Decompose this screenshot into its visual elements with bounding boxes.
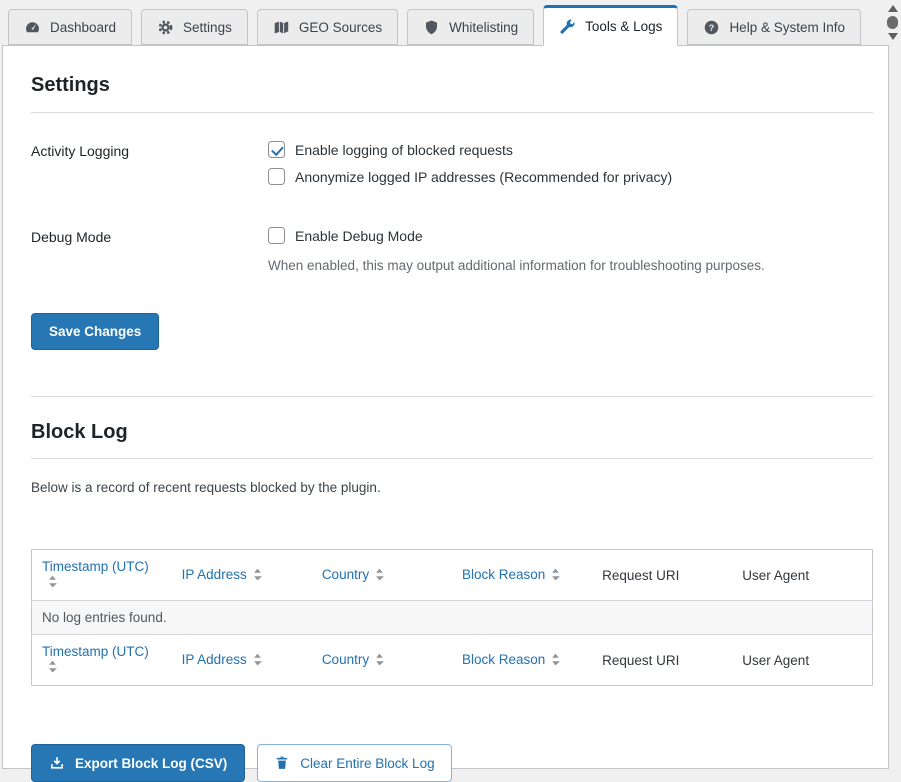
column-header-request-uri: Request URI [592, 635, 732, 686]
scrollbar[interactable] [884, 0, 901, 45]
enable-debug-option[interactable]: Enable Debug Mode [268, 227, 873, 244]
anonymize-ip-option[interactable]: Anonymize logged IP addresses (Recommend… [268, 168, 873, 185]
sort-icon [551, 568, 560, 584]
save-changes-button[interactable]: Save Changes [31, 313, 159, 350]
empty-message: No log entries found. [32, 601, 873, 635]
column-label: Country [322, 567, 369, 582]
column-header-user-agent: User Agent [732, 550, 872, 601]
block-log-description: Below is a record of recent requests blo… [31, 480, 873, 495]
debug-mode-row: Debug Mode Enable Debug Mode When enable… [31, 211, 873, 289]
column-label: Country [322, 652, 369, 667]
download-icon [49, 755, 65, 771]
column-label: Block Reason [462, 567, 545, 582]
table-footer: Timestamp (UTC) IP Address Country Block Re… [32, 635, 873, 686]
sort-icon [253, 568, 262, 584]
column-label: Request URI [602, 568, 679, 583]
tab-tools-logs[interactable]: Tools & Logs [543, 5, 678, 46]
divider [31, 458, 873, 459]
dashboard-icon [24, 19, 41, 36]
checkbox-label: Anonymize logged IP addresses (Recommend… [295, 169, 672, 185]
tab-label: Whitelisting [449, 20, 518, 35]
scroll-down-arrow-icon[interactable] [888, 33, 898, 40]
tab-label: GEO Sources [299, 20, 382, 35]
activity-logging-row: Activity Logging Enable logging of block… [31, 125, 873, 211]
column-header-request-uri: Request URI [592, 550, 732, 601]
sort-icon [48, 575, 57, 591]
help-icon: ? [703, 19, 720, 36]
column-header-ip-address[interactable]: IP Address [172, 550, 312, 601]
svg-text:?: ? [709, 22, 715, 32]
trash-icon [274, 755, 290, 771]
column-label: Block Reason [462, 652, 545, 667]
column-header-block-reason[interactable]: Block Reason [452, 635, 592, 686]
column-label: IP Address [182, 652, 247, 667]
block-log-heading: Block Log [31, 419, 873, 445]
column-header-country[interactable]: Country [312, 550, 452, 601]
content-panel: Settings Activity Logging Enable logging… [2, 45, 889, 769]
column-header-ip-address[interactable]: IP Address [172, 635, 312, 686]
tab-label: Help & System Info [729, 20, 845, 35]
divider [31, 396, 873, 397]
column-header-block-reason[interactable]: Block Reason [452, 550, 592, 601]
table-header-row: Timestamp (UTC) IP Address Country Block Re… [32, 550, 873, 601]
tab-geo-sources[interactable]: GEO Sources [257, 9, 398, 45]
tab-settings[interactable]: Settings [141, 9, 248, 45]
column-label: Timestamp (UTC) [42, 559, 149, 574]
column-label: Timestamp (UTC) [42, 644, 149, 659]
sort-icon [253, 653, 262, 669]
enable-debug-checkbox[interactable] [268, 227, 285, 244]
tab-help-system-info[interactable]: ? Help & System Info [687, 9, 861, 45]
checkbox-label: Enable Debug Mode [295, 228, 423, 244]
tab-dashboard[interactable]: Dashboard [8, 9, 132, 45]
settings-heading: Settings [31, 72, 873, 98]
column-label: Request URI [602, 653, 679, 668]
tab-label: Settings [183, 20, 232, 35]
table-body: No log entries found. [32, 601, 873, 635]
tab-bar: Dashboard Settings GEO Sources Whitelisting… [0, 0, 901, 45]
tab-label: Tools & Logs [585, 19, 662, 34]
block-log-actions: Export Block Log (CSV) Clear Entire Bloc… [31, 744, 873, 782]
content-area: Settings Activity Logging Enable logging… [3, 46, 888, 782]
sort-icon [375, 653, 384, 669]
button-label: Export Block Log (CSV) [75, 756, 227, 771]
sort-icon [551, 653, 560, 669]
gear-icon [157, 19, 174, 36]
settings-form: Activity Logging Enable logging of block… [31, 125, 873, 289]
activity-logging-field: Enable logging of blocked requests Anony… [268, 141, 873, 195]
enable-logging-option[interactable]: Enable logging of blocked requests [268, 141, 873, 158]
scrollbar-thumb[interactable] [887, 16, 898, 29]
sort-icon [375, 568, 384, 584]
map-icon [273, 19, 290, 36]
column-header-timestamp-utc[interactable]: Timestamp (UTC) [32, 635, 172, 686]
wrench-icon [559, 18, 576, 35]
shield-icon [423, 19, 440, 36]
column-header-user-agent: User Agent [732, 635, 872, 686]
column-header-country[interactable]: Country [312, 635, 452, 686]
tab-label: Dashboard [50, 20, 116, 35]
anonymize-ip-checkbox[interactable] [268, 168, 285, 185]
column-label: User Agent [742, 568, 809, 583]
clear-block-log-button[interactable]: Clear Entire Block Log [257, 744, 451, 782]
sort-icon [48, 660, 57, 676]
divider [31, 112, 873, 113]
scroll-up-arrow-icon[interactable] [888, 5, 898, 12]
column-header-timestamp-utc[interactable]: Timestamp (UTC) [32, 550, 172, 601]
checkbox-label: Enable logging of blocked requests [295, 142, 513, 158]
export-block-log-button[interactable]: Export Block Log (CSV) [31, 744, 245, 782]
block-log-table: Timestamp (UTC) IP Address Country Block Re… [31, 549, 873, 686]
column-label: IP Address [182, 567, 247, 582]
activity-logging-label: Activity Logging [31, 141, 268, 195]
debug-mode-label: Debug Mode [31, 227, 268, 273]
table-row: No log entries found. [32, 601, 873, 635]
enable-logging-checkbox[interactable] [268, 141, 285, 158]
debug-mode-description: When enabled, this may output additional… [268, 258, 873, 273]
table-header-row: Timestamp (UTC) IP Address Country Block Re… [32, 635, 873, 686]
debug-mode-field: Enable Debug Mode When enabled, this may… [268, 227, 873, 273]
tab-whitelisting[interactable]: Whitelisting [407, 9, 534, 45]
plugin-admin-page: Dashboard Settings GEO Sources Whitelisting… [0, 0, 901, 769]
column-label: User Agent [742, 653, 809, 668]
button-label: Clear Entire Block Log [300, 756, 434, 771]
table-header: Timestamp (UTC) IP Address Country Block Re… [32, 550, 873, 601]
